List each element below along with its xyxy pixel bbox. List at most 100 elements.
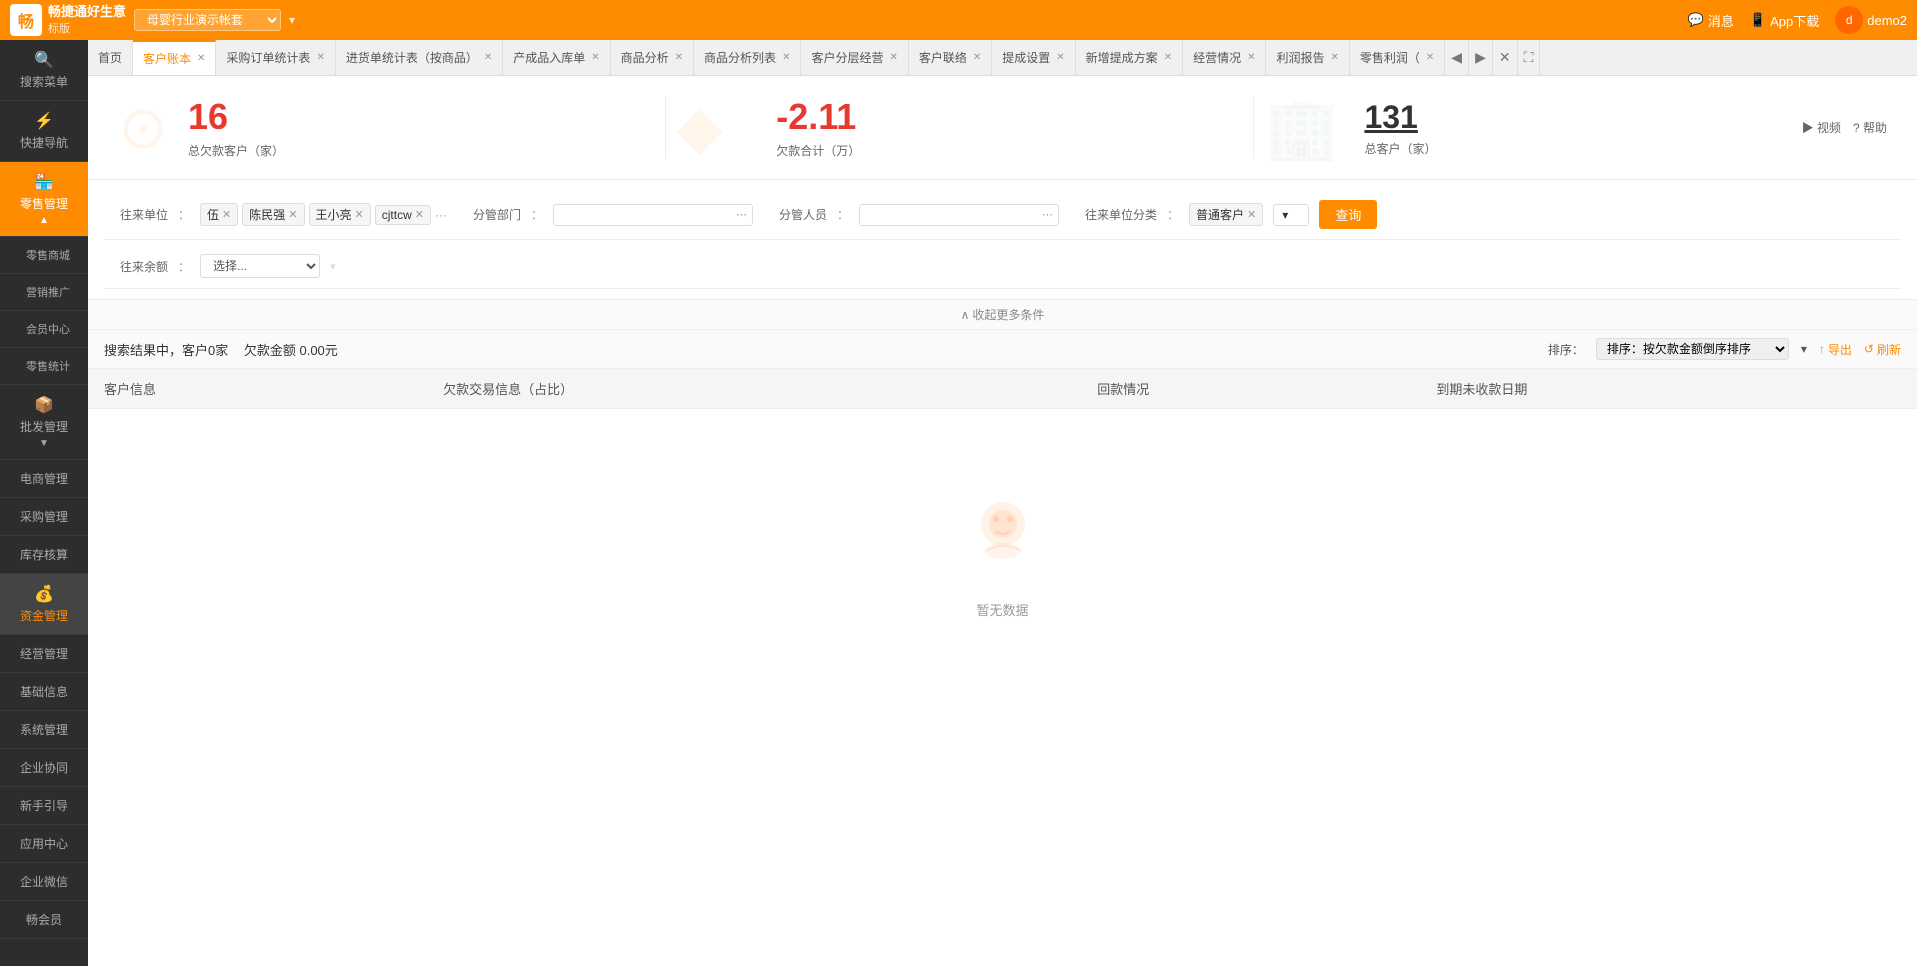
sidebar-label-marketing: 营销推广 [26,284,70,300]
collapse-btn[interactable]: ∧ 收起更多条件 [88,300,1917,330]
stat-values-total: 131 总客户（家） [1364,99,1436,157]
tab-customer-capital[interactable]: 客户账本 ✕ [133,40,216,76]
tab-purchase-order-close[interactable]: ✕ [316,52,324,63]
tab-product-analysis[interactable]: 商品分析 ✕ [611,40,694,76]
result-row: 搜索结果中，客户0家 欠款金额 0.00元 排序： 排序：按欠款金额倒序排序 ▾… [88,330,1917,369]
tab-business-status-close[interactable]: ✕ [1247,52,1255,63]
sidebar-item-ecommerce[interactable]: 电商管理 [0,460,88,498]
video-help-area: ▶ 视频 ? 帮助 [1802,96,1887,159]
sidebar-item-retail-stat[interactable]: 零售统计 [0,348,88,385]
tab-purchase-stat-label: 进货单统计表（按商品） [346,49,478,66]
person-input[interactable] [859,204,1059,226]
sidebar-item-system[interactable]: 系统管理 [0,711,88,749]
tab-raise-setting[interactable]: 提成设置 ✕ [992,40,1075,76]
unit-tags-more[interactable]: ··· [435,208,447,222]
account-selector[interactable]: 母婴行业演示帐套 [134,9,281,31]
tab-product-analysis-label: 商品分析 [621,49,669,66]
sidebar-item-member[interactable]: 会员中心 [0,311,88,348]
sidebar-item-guide[interactable]: 新手引导 [0,787,88,825]
balance-select[interactable]: 选择... [200,254,320,278]
user-area[interactable]: d demo2 [1835,6,1907,34]
tab-close-all[interactable]: ✕ [1493,40,1518,76]
video-btn[interactable]: ▶ 视频 [1802,96,1841,159]
sidebar-item-search[interactable]: 🔍 搜索菜单 [0,40,88,101]
tab-home[interactable]: 首页 [88,40,133,76]
tab-customer-tier-close[interactable]: ✕ [889,52,897,63]
message-btn[interactable]: 💬 消息 [1688,11,1734,30]
search-info: 搜索结果中，客户0家 [104,343,228,358]
tab-new-plan-close[interactable]: ✕ [1164,52,1172,63]
tab-retail-profit-close[interactable]: ✕ [1426,52,1434,63]
sidebar-item-quick-nav[interactable]: ⚡ 快捷导航 [0,101,88,162]
tab-business-status-label: 经营情况 [1193,49,1241,66]
col-due-date: 到期未收款日期 [1420,369,1917,409]
col-overdue-info: 欠款交易信息（占比） [427,369,1081,409]
tab-purchase-order[interactable]: 采购订单统计表 ✕ [216,40,335,76]
tab-retail-profit[interactable]: 零售利润（ ✕ [1350,40,1445,76]
refresh-btn[interactable]: ↺ 刷新 [1864,341,1901,358]
tab-product-list[interactable]: 商品分析列表 ✕ [694,40,801,76]
username: demo2 [1867,13,1907,28]
tab-customer-capital-close[interactable]: ✕ [197,53,205,64]
tab-customer-contact-close[interactable]: ✕ [973,52,981,63]
sidebar-item-wholesale[interactable]: 📦 批发管理 ▼ [0,385,88,460]
sidebar-label-cooperation: 企业协同 [20,759,68,776]
tab-profit-report[interactable]: 利润报告 ✕ [1266,40,1349,76]
empty-state: 暂无数据 [88,409,1917,699]
tab-purchase-stat[interactable]: 进货单统计表（按商品） ✕ [336,40,503,76]
tab-business-status[interactable]: 经营情况 ✕ [1183,40,1266,76]
tab-product-analysis-close[interactable]: ✕ [675,52,683,63]
main-content: ⊙ 16 总欠款客户（家） ◆ -2.11 欠款合计（万） [88,76,1917,966]
sidebar-item-cooperation[interactable]: 企业协同 [0,749,88,787]
dept-input[interactable] [553,204,753,226]
selector-arrow: ▾ [289,13,295,27]
help-btn[interactable]: ? 帮助 [1853,96,1887,159]
tab-expand[interactable]: ⛶ [1518,40,1541,76]
tab-profit-report-close[interactable]: ✕ [1331,52,1339,63]
tab-customer-contact[interactable]: 客户联络 ✕ [909,40,992,76]
unit-tag-1-close[interactable]: ✕ [288,208,297,221]
sidebar-item-purchase[interactable]: 采购管理 [0,498,88,536]
unit-class-tag-0-close[interactable]: ✕ [1247,208,1256,221]
sort-select[interactable]: 排序：按欠款金额倒序排序 [1596,338,1789,360]
retail-mgmt-icon: 🏪 [34,172,54,192]
stats-row: ⊙ 16 总欠款客户（家） ◆ -2.11 欠款合计（万） [88,76,1917,180]
tab-raise-setting-close[interactable]: ✕ [1056,52,1064,63]
unit-class-dropdown[interactable]: ▾ [1273,204,1309,226]
tab-purchase-stat-close[interactable]: ✕ [484,52,492,63]
tab-bar: 首页 客户账本 ✕ 采购订单统计表 ✕ 进货单统计表（按商品） ✕ 产成品入库单… [88,40,1917,76]
sidebar-item-inventory[interactable]: 库存核算 [0,536,88,574]
query-button[interactable]: 查询 [1319,200,1377,229]
unit-tag-2-label: 王小亮 [316,206,352,223]
table-header: 客户信息 欠款交易信息（占比） 回款情况 到期未收款日期 [88,369,1917,409]
sidebar-item-vip[interactable]: 畅会员 [0,901,88,939]
tab-product-list-close[interactable]: ✕ [782,52,790,63]
unit-tag-2-close[interactable]: ✕ [355,208,364,221]
sidebar-item-operation[interactable]: 经营管理 [0,635,88,673]
tab-nav-prev[interactable]: ◀ [1445,40,1469,76]
export-btn[interactable]: ↑ 导出 [1819,341,1852,358]
sidebar-item-app-center[interactable]: 应用中心 [0,825,88,863]
person-select-wrapper: ⋯ [859,204,1059,226]
refresh-icon: ↺ [1864,342,1874,356]
sidebar-label-app-center: 应用中心 [20,835,68,852]
sidebar-item-retail-mgmt[interactable]: 🏪 零售管理 ▲ [0,162,88,237]
sidebar-item-finance[interactable]: 💰 资金管理 [0,574,88,635]
app-label: App下载 [1770,11,1819,30]
app-download-btn[interactable]: 📱 App下载 [1750,11,1819,30]
tab-new-plan[interactable]: 新增提成方案 ✕ [1076,40,1183,76]
tab-customer-tier[interactable]: 客户分层经营 ✕ [801,40,908,76]
tab-customer-capital-label: 客户账本 [143,50,191,67]
unit-tag-3-close[interactable]: ✕ [415,208,424,221]
tab-product-inbound-close[interactable]: ✕ [591,52,599,63]
tab-product-inbound[interactable]: 产成品入库单 ✕ [503,40,610,76]
sidebar-item-retail-mall[interactable]: 零售商城 [0,237,88,274]
sidebar-label-wholesale: 批发管理 [20,418,68,435]
top-bar-left: 畅 畅捷通好生意 标版 母婴行业演示帐套 ▾ [10,4,295,36]
sidebar-item-marketing[interactable]: 营销推广 [0,274,88,311]
sidebar-item-wechat[interactable]: 企业微信 [0,863,88,901]
sidebar-item-basic[interactable]: 基础信息 [0,673,88,711]
tab-nav-next[interactable]: ▶ [1469,40,1493,76]
logo-text-block: 畅捷通好生意 标版 [48,4,126,36]
unit-tag-0-close[interactable]: ✕ [222,208,231,221]
